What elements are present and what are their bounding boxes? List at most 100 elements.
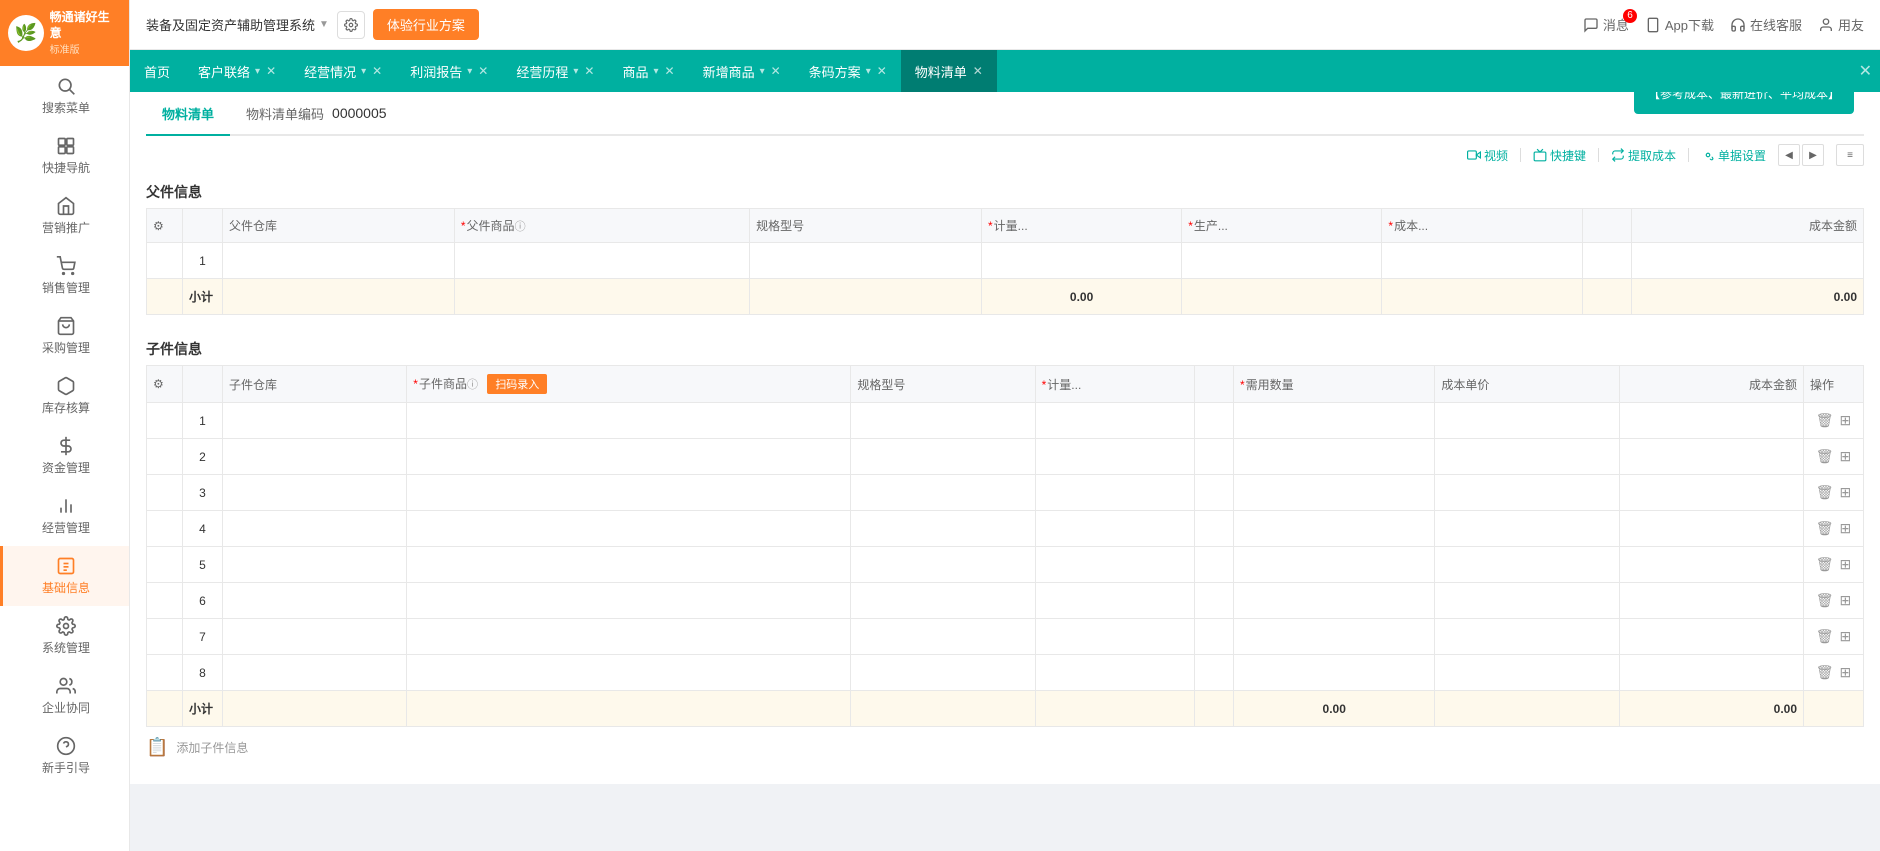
parent-goods-col: *父件商品ⓘ <box>454 209 749 243</box>
close-all-tabs[interactable]: ✕ <box>1851 61 1880 81</box>
cart-icon <box>56 256 76 276</box>
close-icon[interactable]: ✕ <box>584 64 594 78</box>
message-button[interactable]: 消息 6 <box>1583 15 1629 34</box>
copy-icon[interactable]: ⊞ <box>1840 592 1852 609</box>
child-num-col <box>183 366 223 403</box>
shortcut-btn[interactable]: 快捷键 <box>1533 147 1586 164</box>
header-left: 装备及固定资产辅助管理系统 ▼ 体验行业方案 <box>146 9 479 40</box>
tab-home[interactable]: 首页 <box>130 50 184 92</box>
copy-icon[interactable]: ⊞ <box>1840 484 1852 501</box>
delete-icon[interactable]: 🗑 <box>1816 664 1834 681</box>
delete-icon[interactable]: 🗑 <box>1816 484 1834 501</box>
tab-barcode[interactable]: 条码方案 ▾ ✕ <box>795 50 901 92</box>
tab-customer[interactable]: 客户联络 ▾ ✕ <box>184 50 290 92</box>
copy-icon[interactable]: ⊞ <box>1840 664 1852 681</box>
sidebar-item-system[interactable]: 系统管理 <box>0 606 129 666</box>
bag-icon <box>56 316 76 336</box>
sidebar: 🌿 畅通诸好生意 标准版 搜索菜单 快捷导航 营销推广 销售管理 采购管理 库存… <box>0 0 130 851</box>
sidebar-item-marketing[interactable]: 营销推广 <box>0 186 129 246</box>
parent-table-header: ⚙ 父件仓库 *父件商品ⓘ 规格型号 *计量... *生产... *成本... … <box>147 209 1864 243</box>
gear-icon <box>344 18 358 32</box>
logo-name: 畅通诸好生意 <box>50 10 121 41</box>
child-table-row: 3 🗑 ⊞ <box>147 475 1864 511</box>
parent-production-col: *生产... <box>1182 209 1382 243</box>
divider <box>1688 148 1689 162</box>
child-costamount-col: 成本金额 <box>1619 366 1803 403</box>
user-menu[interactable]: 用友 <box>1818 15 1864 34</box>
tab-bom[interactable]: 物料清单 ✕ <box>901 50 997 92</box>
system-selector[interactable]: 装备及固定资产辅助管理系统 ▼ <box>146 15 329 34</box>
sidebar-item-basic[interactable]: 基础信息 <box>0 546 129 606</box>
close-icon[interactable]: ✕ <box>372 64 382 78</box>
sub-tabs: 物料清单 物料清单编码 0000005 <box>146 92 1864 136</box>
nav-tabs: 首页 客户联络 ▾ ✕ 经营情况 ▾ ✕ 利润报告 ▾ ✕ 经营历程 ▾ ✕ 商… <box>130 50 1880 92</box>
child-empty-col <box>1194 366 1233 403</box>
sidebar-item-inventory[interactable]: 库存核算 <box>0 366 129 426</box>
parent-empty-col <box>1582 209 1631 243</box>
sidebar-item-operations[interactable]: 经营管理 <box>0 486 129 546</box>
chevron-down-icon: ▾ <box>866 66 871 77</box>
copy-icon[interactable]: ⊞ <box>1840 412 1852 429</box>
delete-icon[interactable]: 🗑 <box>1816 556 1834 573</box>
next-arrow[interactable]: ▶ <box>1802 144 1824 166</box>
close-icon[interactable]: ✕ <box>771 64 781 78</box>
scan-button[interactable]: 扫码录入 <box>487 374 547 394</box>
sidebar-item-enterprise[interactable]: 企业协同 <box>0 666 129 726</box>
parent-num-col <box>183 209 223 243</box>
close-icon[interactable]: ✕ <box>478 64 488 78</box>
sidebar-item-guide[interactable]: 新手引导 <box>0 726 129 786</box>
service-button[interactable]: 在线客服 <box>1730 15 1802 34</box>
top-header: 装备及固定资产辅助管理系统 ▼ 体验行业方案 消息 6 App下载 在线客服 <box>130 0 1880 50</box>
close-icon[interactable]: ✕ <box>665 64 675 78</box>
copy-icon[interactable]: ⊞ <box>1840 520 1852 537</box>
parent-warehouse-col: 父件仓库 <box>223 209 455 243</box>
tab-history[interactable]: 经营历程 ▾ ✕ <box>502 50 608 92</box>
app-download-button[interactable]: App下载 <box>1645 15 1714 34</box>
chevron-down-icon: ▾ <box>653 66 658 77</box>
sidebar-item-quicknav[interactable]: 快捷导航 <box>0 126 129 186</box>
sidebar-item-search[interactable]: 搜索菜单 <box>0 66 129 126</box>
experience-button[interactable]: 体验行业方案 <box>373 9 479 40</box>
prev-arrow[interactable]: ◀ <box>1778 144 1800 166</box>
close-icon[interactable]: ✕ <box>973 64 983 78</box>
child-op-col: 操作 <box>1804 366 1864 403</box>
child-subtotal-row: 小计 0.00 0.00 <box>147 691 1864 727</box>
tab-operations-status[interactable]: 经营情况 ▾ ✕ <box>290 50 396 92</box>
tab-new-goods[interactable]: 新增商品 ▾ ✕ <box>689 50 795 92</box>
child-warehouse-col: 子件仓库 <box>223 366 407 403</box>
tab-goods[interactable]: 商品 ▾ ✕ <box>608 50 688 92</box>
bottom-hint[interactable]: 📋 添加子件信息 <box>146 727 1864 768</box>
cost-icon <box>1611 148 1625 162</box>
sub-tab-bom-code[interactable]: 物料清单编码 0000005 <box>230 92 403 136</box>
delete-icon[interactable]: 🗑 <box>1816 412 1834 429</box>
copy-icon[interactable]: ⊞ <box>1840 556 1852 573</box>
single-settings-btn[interactable]: 单据设置 <box>1701 147 1766 164</box>
main-area: 装备及固定资产辅助管理系统 ▼ 体验行业方案 消息 6 App下载 在线客服 <box>130 0 1880 851</box>
delete-icon[interactable]: 🗑 <box>1816 592 1834 609</box>
video-btn[interactable]: 视频 <box>1467 147 1508 164</box>
parent-settings-col[interactable]: ⚙ <box>147 209 183 243</box>
headset-icon <box>1730 17 1746 33</box>
delete-icon[interactable]: 🗑 <box>1816 628 1834 645</box>
delete-icon[interactable]: 🗑 <box>1816 520 1834 537</box>
copy-icon[interactable]: ⊞ <box>1840 448 1852 465</box>
settings-button[interactable] <box>337 11 365 39</box>
copy-icon[interactable]: ⊞ <box>1840 628 1852 645</box>
chevron-down-icon: ▼ <box>319 19 329 30</box>
toolbar: 视频 快捷键 提取成本 单据设置 ◀ <box>146 136 1864 174</box>
tooltip-box: × 您的父件、子件的成本取值可以选择【参考成本、最新进价、平均成本】 <box>1634 92 1854 114</box>
sub-tab-bom-list[interactable]: 物料清单 <box>146 92 230 136</box>
sidebar-item-sales[interactable]: 销售管理 <box>0 246 129 306</box>
sidebar-item-purchase[interactable]: 采购管理 <box>0 306 129 366</box>
child-table-row: 5 🗑 ⊞ <box>147 547 1864 583</box>
close-icon[interactable]: ✕ <box>266 64 276 78</box>
cost-btn[interactable]: 提取成本 <box>1611 147 1676 164</box>
child-quantity-col: *需用数量 <box>1234 366 1435 403</box>
menu-btn[interactable]: ≡ <box>1836 144 1864 166</box>
keyboard-icon <box>1533 148 1547 162</box>
child-settings-col[interactable]: ⚙ <box>147 366 183 403</box>
delete-icon[interactable]: 🗑 <box>1816 448 1834 465</box>
tab-profit[interactable]: 利润报告 ▾ ✕ <box>396 50 502 92</box>
close-icon[interactable]: ✕ <box>877 64 887 78</box>
sidebar-item-finance[interactable]: 资金管理 <box>0 426 129 486</box>
